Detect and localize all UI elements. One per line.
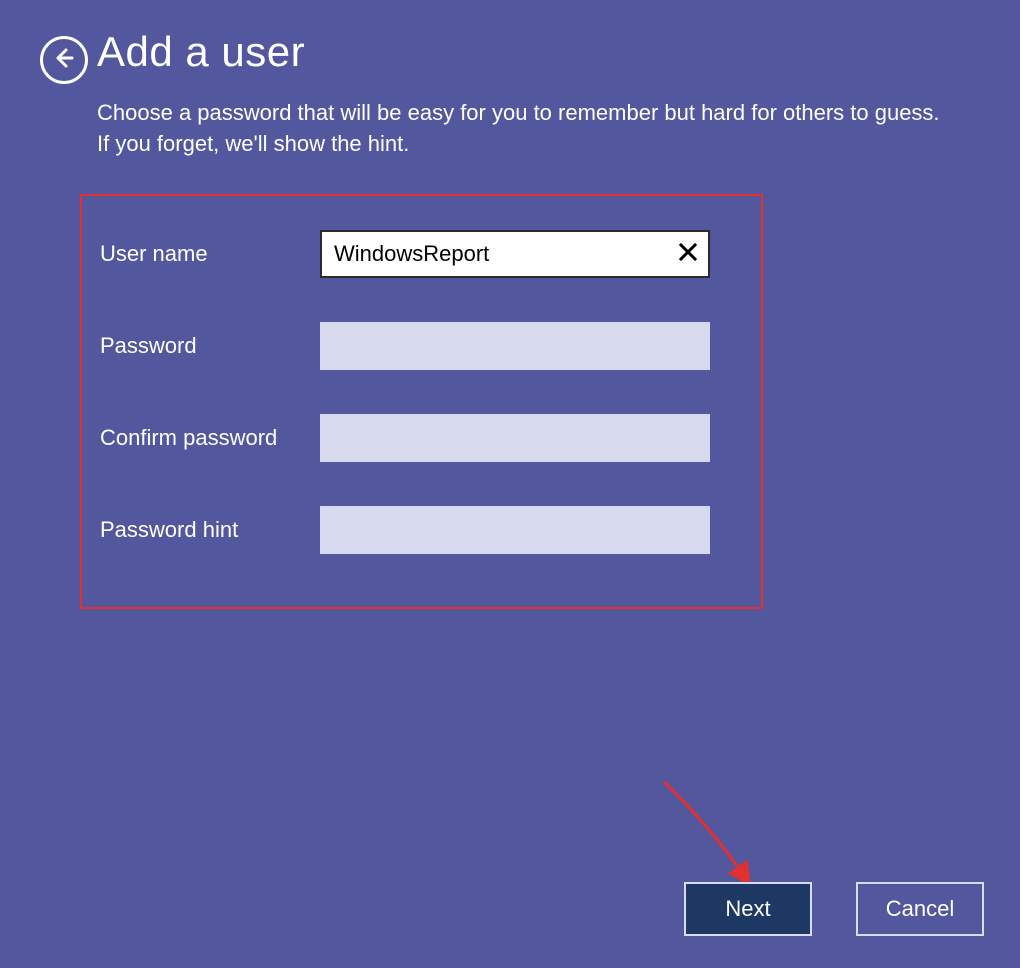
username-field-wrap	[320, 230, 710, 278]
password-hint-row: Password hint	[100, 506, 743, 554]
password-row: Password	[100, 322, 743, 370]
annotation-arrow-icon	[656, 777, 766, 887]
clear-username-button[interactable]	[674, 240, 702, 268]
password-hint-label: Password hint	[100, 517, 320, 543]
close-icon	[678, 242, 698, 267]
confirm-password-input[interactable]	[320, 414, 710, 462]
cancel-button-label: Cancel	[886, 896, 954, 922]
username-input[interactable]	[320, 230, 710, 278]
confirm-password-row: Confirm password	[100, 414, 743, 462]
username-row: User name	[100, 230, 743, 278]
username-label: User name	[100, 241, 320, 267]
password-input[interactable]	[320, 322, 710, 370]
cancel-button[interactable]: Cancel	[856, 882, 984, 936]
next-button-label: Next	[725, 896, 770, 922]
page-title: Add a user	[97, 28, 305, 76]
back-arrow-icon	[52, 46, 76, 75]
password-hint-input[interactable]	[320, 506, 710, 554]
add-user-page: Add a user Choose a password that will b…	[0, 0, 1020, 968]
annotation-highlight-box: User name Password Confirm password Pass…	[80, 194, 763, 609]
password-label: Password	[100, 333, 320, 359]
confirm-password-label: Confirm password	[100, 425, 320, 451]
page-subtitle: Choose a password that will be easy for …	[97, 98, 957, 160]
next-button[interactable]: Next	[684, 882, 812, 936]
back-button[interactable]	[40, 36, 88, 84]
